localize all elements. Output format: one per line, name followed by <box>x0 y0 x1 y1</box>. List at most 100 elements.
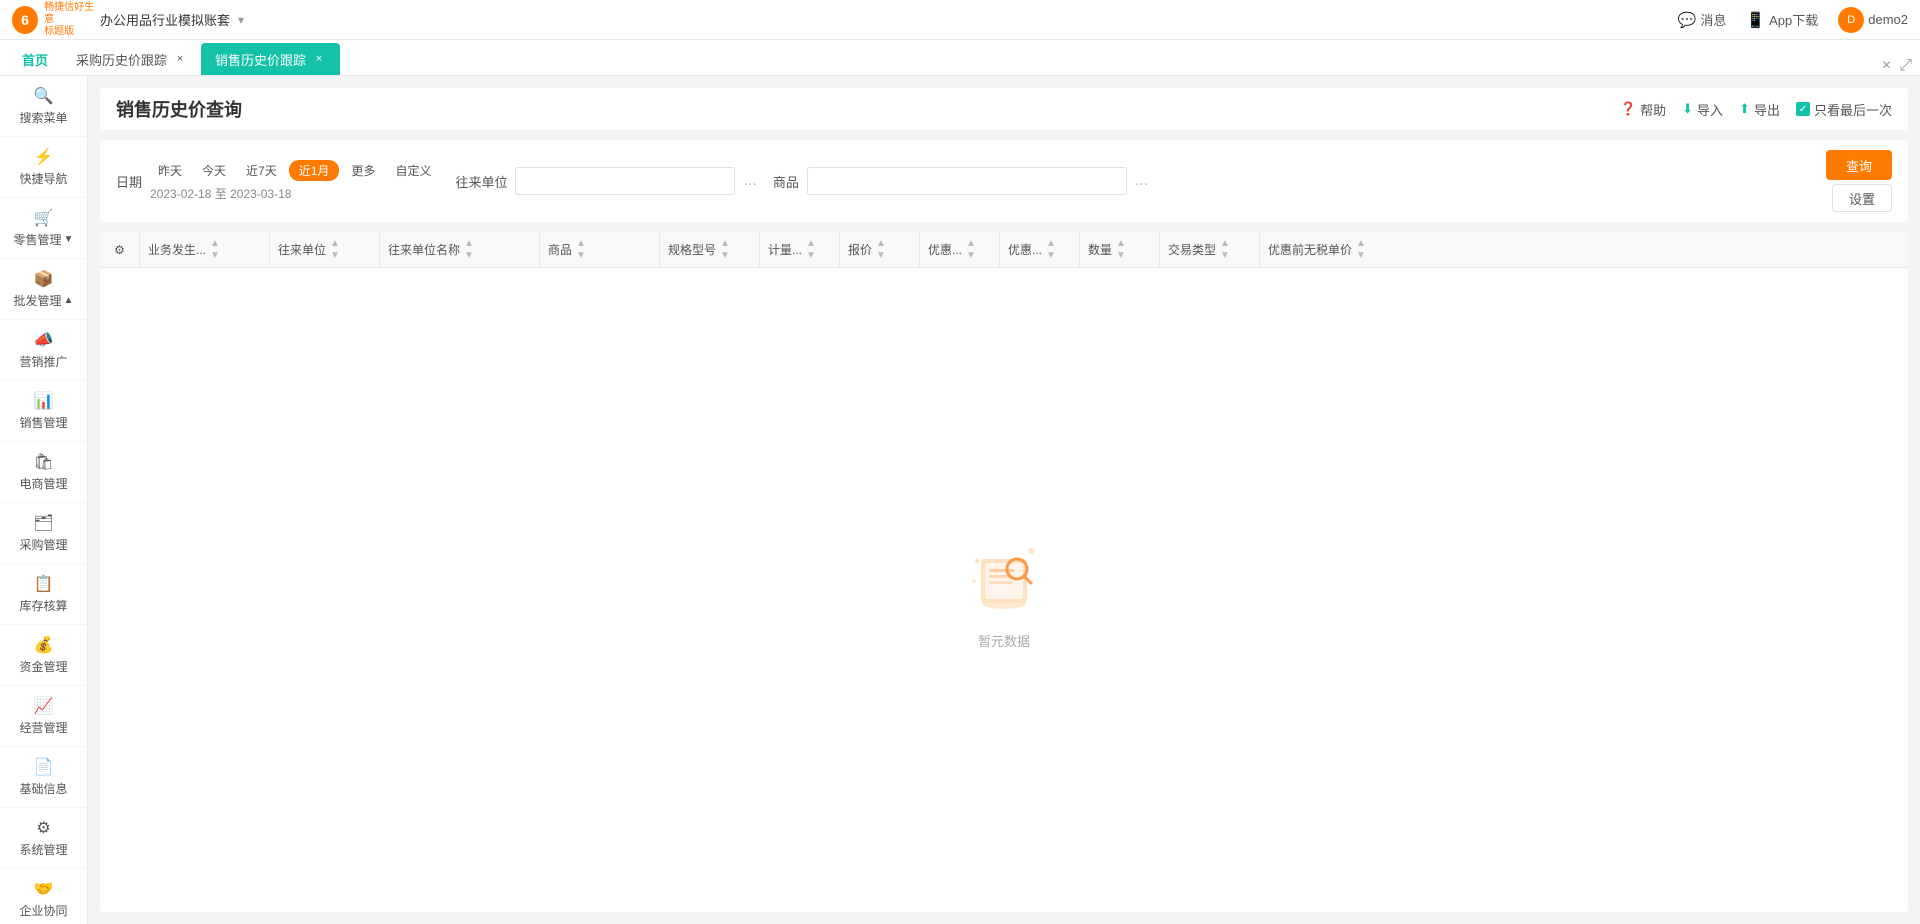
page-title: 销售历史价查询 <box>116 96 242 122</box>
tab-sales-history[interactable]: 销售历史价跟踪 × <box>201 43 340 75</box>
empty-illustration <box>959 531 1049 621</box>
sidebar-item-search-menu[interactable]: 🔍 搜索菜单 <box>0 76 87 137</box>
sidebar-item-enterprise-collab[interactable]: 🤝 企业协同 <box>0 869 87 924</box>
th-quantity[interactable]: 数量 ▲▼ <box>1080 232 1160 267</box>
tab-bar-right: × ⤢ <box>1882 57 1912 75</box>
product-filter-dots[interactable]: ... <box>1135 172 1148 190</box>
sidebar-item-base-info[interactable]: 📄 基础信息 <box>0 747 87 808</box>
retail-mgmt-icon: 🛒 <box>34 208 54 228</box>
sidebar-item-purchase-mgmt[interactable]: 🗂 采购管理 <box>0 503 87 564</box>
th-price[interactable]: 报价 ▲▼ <box>840 232 920 267</box>
query-button[interactable]: 查询 <box>1826 150 1892 180</box>
app-title: 办公用品行业模拟账套 <box>100 10 230 29</box>
wholesale-mgmt-icon: 📦 <box>34 269 54 289</box>
base-info-icon: 📄 <box>34 757 54 777</box>
import-button[interactable]: ⬇ 导入 <box>1682 100 1723 119</box>
logo-text: 畅捷信好生意 标题版 <box>44 2 100 38</box>
sidebar-item-retail-mgmt[interactable]: 🛒 零售管理 ▼ <box>0 198 87 259</box>
enterprise-collab-icon: 🤝 <box>34 879 54 899</box>
th-discount2[interactable]: 优惠... ▲▼ <box>1000 232 1080 267</box>
only-last-checkbox[interactable]: ✓ <box>1796 102 1810 116</box>
tab-purchase-history-close[interactable]: × <box>173 52 187 66</box>
import-icon: ⬇ <box>1682 101 1693 117</box>
partner-filter-label: 往来单位 <box>455 172 507 191</box>
sidebar-item-wholesale-mgmt[interactable]: 📦 批发管理 ▲ <box>0 259 87 320</box>
sidebar-item-inventory[interactable]: 📋 库存核算 <box>0 564 87 625</box>
top-header: 6 畅捷信好生意 标题版 办公用品行业模拟账套 ▾ 💬 消息 📱 App下载 D… <box>0 0 1920 40</box>
help-icon: ❓ <box>1620 101 1636 117</box>
th-settings[interactable]: ⚙ <box>100 232 140 267</box>
tab-maximize-button[interactable]: ⤢ <box>1899 57 1912 75</box>
date-btn-yesterday[interactable]: 昨天 <box>150 160 190 181</box>
app-download-button[interactable]: 📱 App下载 <box>1746 10 1818 29</box>
date-btn-custom[interactable]: 自定义 <box>387 160 439 181</box>
settings-button[interactable]: 设置 <box>1832 184 1892 212</box>
date-filter-group: 日期 昨天 今天 近7天 近1月 更多 自定义 2023-02-18 至 202… <box>116 160 439 202</box>
sort-pretax-price-icon: ▲▼ <box>1356 238 1366 261</box>
sidebar-item-ecom-mgmt[interactable]: 🛍 电商管理 <box>0 442 87 503</box>
tab-sales-history-close[interactable]: × <box>312 52 326 66</box>
wholesale-mgmt-arrow: ▲ <box>64 295 74 306</box>
table-header: ⚙ 业务发生... ▲▼ 往来单位 ▲▼ 往来单位名称 ▲▼ 商品 ▲▼ <box>100 232 1908 268</box>
table-settings-icon[interactable]: ⚙ <box>114 243 125 257</box>
inventory-icon: 📋 <box>34 574 54 594</box>
sidebar-item-sales-mgmt[interactable]: 📊 销售管理 <box>0 381 87 442</box>
search-menu-icon: 🔍 <box>34 86 54 106</box>
filter-actions: 查询 设置 <box>1826 150 1892 212</box>
logo-area: 6 畅捷信好生意 标题版 <box>12 2 100 38</box>
th-pretax-price[interactable]: 优惠前无税单价 ▲▼ <box>1260 232 1908 267</box>
date-btn-today[interactable]: 今天 <box>194 160 234 181</box>
sidebar-item-finance-mgmt[interactable]: 💰 资金管理 <box>0 625 87 686</box>
main-layout: 🔍 搜索菜单 ⚡ 快捷导航 🛒 零售管理 ▼ 📦 批发管理 ▲ 📣 营销推广 <box>0 76 1920 924</box>
sidebar-item-quick-nav[interactable]: ⚡ 快捷导航 <box>0 137 87 198</box>
th-spec[interactable]: 规格型号 ▲▼ <box>660 232 760 267</box>
empty-text: 暂元数据 <box>978 631 1030 650</box>
sidebar-item-operations-mgmt[interactable]: 📈 经营管理 <box>0 686 87 747</box>
tab-purchase-history[interactable]: 采购历史价跟踪 × <box>62 43 201 75</box>
empty-state: 暂元数据 <box>959 531 1049 650</box>
page-actions: ❓ 帮助 ⬇ 导入 ⬆ 导出 ✓ 只看最后一次 <box>1620 100 1892 119</box>
system-mgmt-icon: ⚙ <box>36 818 50 838</box>
retail-mgmt-label: 零售管理 ▼ <box>14 231 74 248</box>
filter-bar: 日期 昨天 今天 近7天 近1月 更多 自定义 2023-02-18 至 202… <box>100 140 1908 222</box>
th-product[interactable]: 商品 ▲▼ <box>540 232 660 267</box>
date-btn-more[interactable]: 更多 <box>343 160 383 181</box>
page-title-bar: 销售历史价查询 ❓ 帮助 ⬇ 导入 ⬆ 导出 ✓ 只看最后一次 <box>100 88 1908 130</box>
sort-partner-id-icon: ▲▼ <box>330 238 340 261</box>
sidebar-item-marketing[interactable]: 📣 营销推广 <box>0 320 87 381</box>
sort-biz-date-icon: ▲▼ <box>210 238 220 261</box>
retail-mgmt-arrow: ▼ <box>64 234 74 245</box>
sort-product-icon: ▲▼ <box>576 238 586 261</box>
th-transaction-type[interactable]: 交易类型 ▲▼ <box>1160 232 1260 267</box>
date-btn-1month[interactable]: 近1月 <box>289 160 340 181</box>
partner-filter-input[interactable] <box>515 167 735 195</box>
th-partner-id[interactable]: 往来单位 ▲▼ <box>270 232 380 267</box>
product-filter-input[interactable] <box>807 167 1127 195</box>
th-partner-name[interactable]: 往来单位名称 ▲▼ <box>380 232 540 267</box>
th-discount1[interactable]: 优惠... ▲▼ <box>920 232 1000 267</box>
only-last-checkbox-label[interactable]: ✓ 只看最后一次 <box>1796 100 1892 119</box>
message-icon: 💬 <box>1678 11 1697 29</box>
tab-home[interactable]: 首页 <box>8 43 62 75</box>
export-button[interactable]: ⬆ 导出 <box>1739 100 1780 119</box>
message-button[interactable]: 💬 消息 <box>1678 10 1727 29</box>
partner-filter-group: 往来单位 ... <box>455 167 756 195</box>
table-area: ⚙ 业务发生... ▲▼ 往来单位 ▲▼ 往来单位名称 ▲▼ 商品 ▲▼ <box>100 232 1908 912</box>
sort-transaction-type-icon: ▲▼ <box>1220 238 1230 261</box>
th-biz-date[interactable]: 业务发生... ▲▼ <box>140 232 270 267</box>
help-button[interactable]: ❓ 帮助 <box>1620 100 1666 119</box>
partner-filter-dots[interactable]: ... <box>743 172 756 190</box>
sort-discount1-icon: ▲▼ <box>966 238 976 261</box>
th-unit[interactable]: 计量... ▲▼ <box>760 232 840 267</box>
quick-nav-icon: ⚡ <box>34 147 54 167</box>
header-right: 💬 消息 📱 App下载 D demo2 <box>1678 7 1908 33</box>
user-avatar-button[interactable]: D demo2 <box>1838 7 1908 33</box>
sidebar: 🔍 搜索菜单 ⚡ 快捷导航 🛒 零售管理 ▼ 📦 批发管理 ▲ 📣 营销推广 <box>0 76 88 924</box>
tab-close-all-button[interactable]: × <box>1882 57 1891 75</box>
sort-price-icon: ▲▼ <box>876 238 886 261</box>
date-filter-label: 日期 <box>116 172 142 191</box>
date-btn-7days[interactable]: 近7天 <box>238 160 285 181</box>
purchase-mgmt-icon: 🗂 <box>33 513 53 533</box>
header-dropdown-icon[interactable]: ▾ <box>238 13 244 27</box>
sidebar-item-system-mgmt[interactable]: ⚙ 系统管理 <box>0 808 87 869</box>
